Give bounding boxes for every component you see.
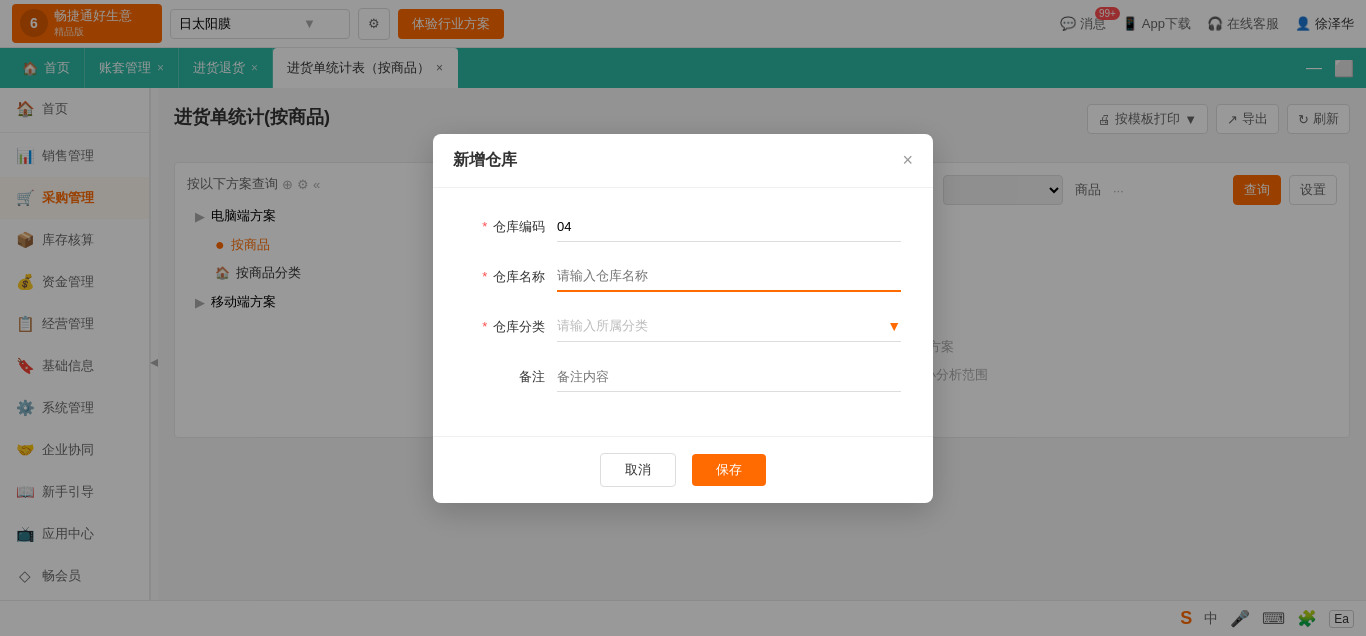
- form-row-code: * 仓库编码: [465, 212, 901, 242]
- form-row-note: 备注: [465, 362, 901, 392]
- category-select[interactable]: 请输入所属分类 ▼: [557, 312, 901, 342]
- name-label: * 仓库名称: [465, 268, 545, 286]
- note-label: 备注: [465, 368, 545, 386]
- code-label: * 仓库编码: [465, 218, 545, 236]
- cancel-button[interactable]: 取消: [600, 453, 676, 487]
- modal-close-button[interactable]: ×: [902, 150, 913, 171]
- modal: 新增仓库 × * 仓库编码 * 仓库名称: [433, 134, 933, 503]
- code-input[interactable]: [557, 212, 901, 242]
- modal-overlay: 新增仓库 × * 仓库编码 * 仓库名称: [0, 0, 1366, 636]
- category-label: * 仓库分类: [465, 318, 545, 336]
- modal-title: 新增仓库: [453, 150, 517, 171]
- save-button[interactable]: 保存: [692, 454, 766, 486]
- modal-body: * 仓库编码 * 仓库名称 * 仓库分类 请输入所属: [433, 188, 933, 436]
- note-input[interactable]: [557, 362, 901, 392]
- form-row-category: * 仓库分类 请输入所属分类 ▼: [465, 312, 901, 342]
- name-input[interactable]: [557, 262, 901, 292]
- category-placeholder: 请输入所属分类: [557, 317, 648, 335]
- modal-footer: 取消 保存: [433, 436, 933, 503]
- form-row-name: * 仓库名称: [465, 262, 901, 292]
- category-arrow-icon: ▼: [887, 318, 901, 334]
- modal-header: 新增仓库 ×: [433, 134, 933, 188]
